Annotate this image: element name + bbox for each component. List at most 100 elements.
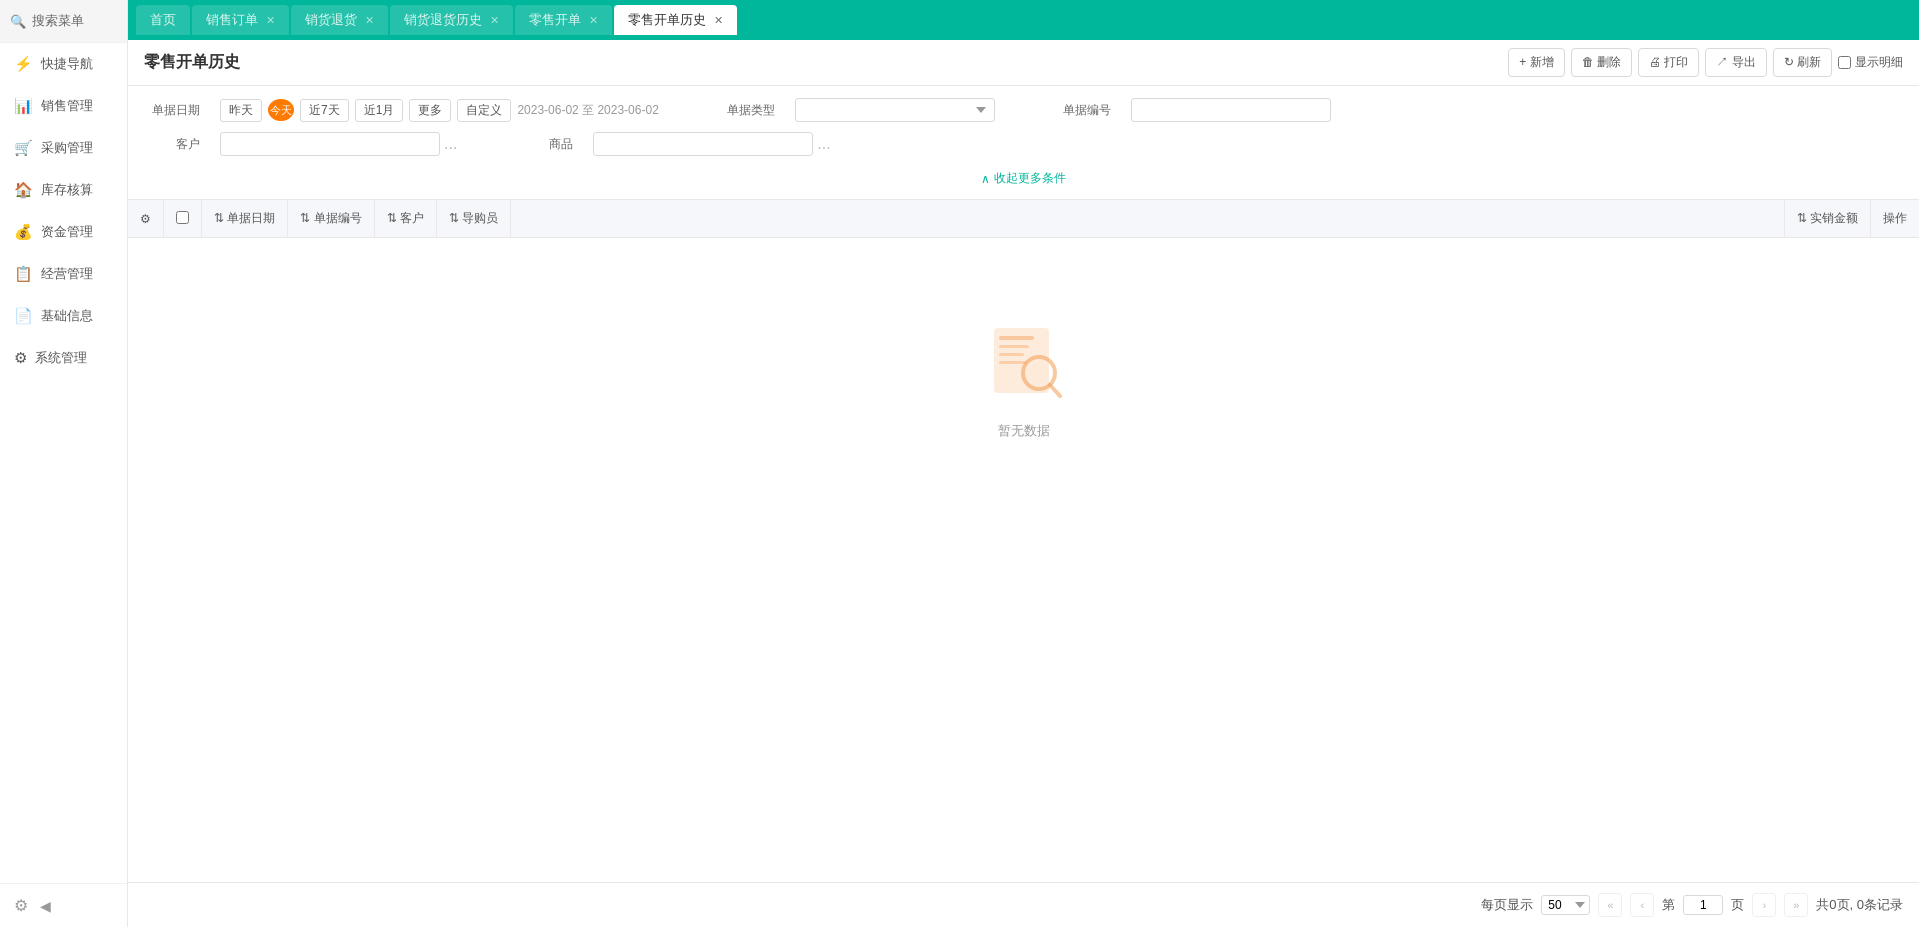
th-salesperson-label: ⇅ 导购员 <box>449 211 498 225</box>
sidebar-item-sales-mgmt[interactable]: 📊销售管理 <box>0 85 127 127</box>
search-icon: 🔍 <box>10 14 26 29</box>
show-detail-checkbox-label[interactable]: 显示明细 <box>1838 54 1903 71</box>
svg-line-7 <box>1050 385 1060 396</box>
last-page-btn[interactable]: » <box>1784 893 1808 917</box>
th-action-label: 操作 <box>1883 211 1907 225</box>
empty-state-row: 暂无数据 <box>128 238 1919 521</box>
empty-illustration <box>974 318 1074 408</box>
next-page-btn[interactable]: › <box>1752 893 1776 917</box>
tabs-bar: 首页销售订单✕销货退货✕销货退货历史✕零售开单✕零售开单历史✕ <box>128 0 1919 40</box>
empty-state: 暂无数据 <box>128 238 1919 520</box>
toolbar: 零售开单历史 + 新增 🗑 删除 🖨 打印 ↗ 导出 ↻ 刷新 显示明细 <box>128 40 1919 86</box>
table-header: ⚙ ⇅ 单据日期 ⇅ 单据编号 ⇅ 客户 ⇅ 导购员 <box>128 200 1919 238</box>
sidebar-item-base-info[interactable]: 📄基础信息 <box>0 295 127 337</box>
empty-text: 暂无数据 <box>998 422 1050 440</box>
tab-close-retail-open-history[interactable]: ✕ <box>714 14 723 27</box>
date-range-text: 2023-06-02 至 2023-06-02 <box>517 102 658 119</box>
tab-label-retail-open: 零售开单 <box>529 11 581 29</box>
collapse-chevron-icon: ∧ <box>981 172 990 186</box>
sidebar-item-sys-mgmt[interactable]: ⚙ 系统管理 <box>0 337 127 379</box>
pagination-bar: 每页显示 50 10 20 100 « ‹ 第 页 › » 共0页, 0条记录 <box>128 882 1919 927</box>
tab-sales-return[interactable]: 销货退货✕ <box>291 5 388 35</box>
collapse-btn[interactable]: ∧ 收起更多条件 <box>981 170 1066 187</box>
tab-retail-open[interactable]: 零售开单 ✕ <box>515 5 612 35</box>
customer-input[interactable] <box>220 132 440 156</box>
page-of-label: 页 <box>1731 896 1744 914</box>
collapse-label: 收起更多条件 <box>994 170 1066 187</box>
sidebar-icon-sys-mgmt: ⚙ <box>14 349 27 367</box>
sidebar-item-quick-nav[interactable]: ⚡快捷导航 <box>0 43 127 85</box>
filter-row-2: 客户 ... 商品 ... <box>144 132 1903 156</box>
month-btn[interactable]: 近1月 <box>355 99 404 122</box>
customer-label: 客户 <box>144 136 200 153</box>
add-button[interactable]: + 新增 <box>1508 48 1564 77</box>
sidebar-nav: ⚡快捷导航📊销售管理🛒采购管理🏠库存核算💰资金管理📋经营管理📄基础信息 ⚙ 系统管理 <box>0 43 127 883</box>
custom-btn[interactable]: 自定义 <box>457 99 511 122</box>
tab-close-sales-order[interactable]: ✕ <box>266 14 275 27</box>
select-all-checkbox[interactable] <box>176 211 189 224</box>
tab-retail-open-history[interactable]: 零售开单历史✕ <box>614 5 737 35</box>
th-customer-label: ⇅ 客户 <box>387 211 424 225</box>
sidebar-item-finance[interactable]: 💰资金管理 <box>0 211 127 253</box>
tab-close-retail-open[interactable]: ✕ <box>589 14 598 27</box>
th-salesperson[interactable]: ⇅ 导购员 <box>437 200 511 238</box>
svg-rect-4 <box>999 361 1027 364</box>
print-button[interactable]: 🖨 打印 <box>1638 48 1699 77</box>
more-btn[interactable]: 更多 <box>409 99 451 122</box>
page-number-input[interactable] <box>1683 895 1723 915</box>
svg-rect-2 <box>999 345 1029 348</box>
delete-button[interactable]: 🗑 删除 <box>1571 48 1632 77</box>
page-title: 零售开单历史 <box>144 52 1500 73</box>
sidebar-item-inventory[interactable]: 🏠库存核算 <box>0 169 127 211</box>
th-gear[interactable]: ⚙ <box>128 200 164 238</box>
sidebar-label-sys-mgmt: 系统管理 <box>35 349 87 367</box>
th-doc-no-label: ⇅ 单据编号 <box>300 211 361 225</box>
th-doc-no[interactable]: ⇅ 单据编号 <box>288 200 374 238</box>
sidebar-search-label: 搜索菜单 <box>32 12 84 30</box>
yesterday-btn[interactable]: 昨天 <box>220 99 262 122</box>
th-customer[interactable]: ⇅ 客户 <box>374 200 436 238</box>
main-table: ⚙ ⇅ 单据日期 ⇅ 单据编号 ⇅ 客户 ⇅ 导购员 <box>128 200 1919 520</box>
sidebar-footer: ⚙ ◀ <box>0 883 127 927</box>
filter-row-1: 单据日期 昨天 今天 近7天 近1月 更多 自定义 2023-06-02 至 2… <box>144 98 1903 122</box>
doc-no-input[interactable] <box>1131 98 1331 122</box>
svg-rect-1 <box>999 336 1034 340</box>
toolbar-actions: + 新增 🗑 删除 🖨 打印 ↗ 导出 ↻ 刷新 显示明细 <box>1508 48 1903 77</box>
th-amount[interactable]: ⇅ 实销金额 <box>1784 200 1870 238</box>
svg-point-6 <box>1029 363 1049 383</box>
settings-icon[interactable]: ⚙ <box>14 896 28 915</box>
tab-sales-return-history[interactable]: 销货退货历史 ✕ <box>390 5 513 35</box>
tab-close-sales-return-history[interactable]: ✕ <box>490 14 499 27</box>
goods-more-icon[interactable]: ... <box>817 135 830 153</box>
prev-page-btn[interactable]: ‹ <box>1630 893 1654 917</box>
per-page-label: 每页显示 <box>1481 896 1533 914</box>
table-body: 暂无数据 <box>128 238 1919 521</box>
tab-label-sales-return-history: 销货退货历史 <box>404 11 482 29</box>
collapse-sidebar-icon[interactable]: ◀ <box>40 898 51 914</box>
week-btn[interactable]: 近7天 <box>300 99 349 122</box>
tab-close-sales-return[interactable]: ✕ <box>365 14 374 27</box>
sidebar-label-operations: 经营管理 <box>41 265 93 283</box>
goods-input[interactable] <box>593 132 813 156</box>
main-area: 首页销售订单✕销货退货✕销货退货历史✕零售开单✕零售开单历史✕ 零售开单历史 +… <box>128 0 1919 927</box>
sidebar-item-purchase-mgmt[interactable]: 🛒采购管理 <box>0 127 127 169</box>
sidebar-label-purchase-mgmt: 采购管理 <box>41 139 93 157</box>
th-checkbox <box>164 200 202 238</box>
tab-home[interactable]: 首页 <box>136 5 190 35</box>
th-spacer <box>511 200 1784 238</box>
th-date[interactable]: ⇅ 单据日期 <box>202 200 288 238</box>
sidebar-search-btn[interactable]: 🔍 搜索菜单 <box>0 0 127 43</box>
per-page-select[interactable]: 50 10 20 100 <box>1541 895 1590 915</box>
sidebar-item-operations[interactable]: 📋经营管理 <box>0 253 127 295</box>
today-btn[interactable]: 今天 <box>268 99 294 121</box>
first-page-btn[interactable]: « <box>1598 893 1622 917</box>
tab-sales-order[interactable]: 销售订单✕ <box>192 5 289 35</box>
customer-more-icon[interactable]: ... <box>444 135 457 153</box>
refresh-button[interactable]: ↻ 刷新 <box>1773 48 1832 77</box>
show-detail-checkbox[interactable] <box>1838 56 1851 69</box>
doc-type-select[interactable] <box>795 98 995 122</box>
export-button[interactable]: ↗ 导出 <box>1705 48 1766 77</box>
sidebar-label-base-info: 基础信息 <box>41 307 93 325</box>
page-label: 第 <box>1662 896 1675 914</box>
sidebar-icon-quick-nav: ⚡ <box>14 55 33 73</box>
